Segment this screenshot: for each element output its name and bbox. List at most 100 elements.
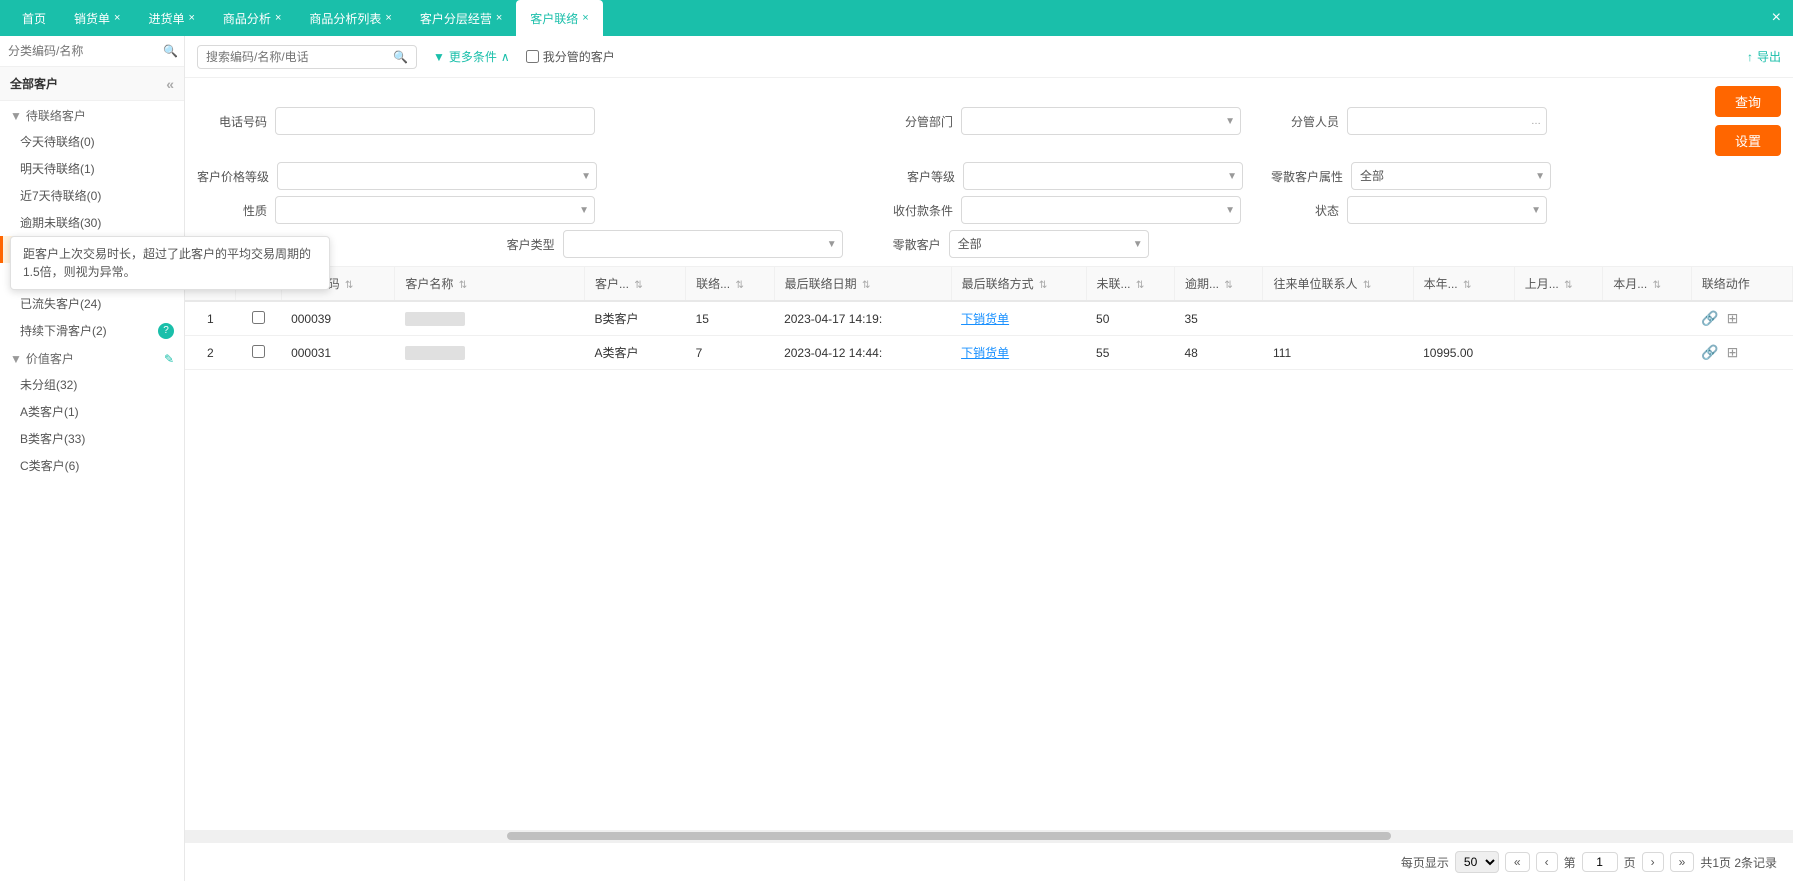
nav-product-list-close[interactable]: × xyxy=(385,12,391,24)
nav-home[interactable]: 首页 xyxy=(8,0,60,36)
total-label: 共1页 2条记录 xyxy=(1700,854,1777,871)
contact-icon-2[interactable]: 🔗 xyxy=(1701,344,1718,361)
cell-uncontact-2: 55 xyxy=(1086,336,1174,370)
per-page-select[interactable]: 50 xyxy=(1455,851,1499,873)
nav-customer-contact-close[interactable]: × xyxy=(582,12,588,24)
row-checkbox-1[interactable] xyxy=(252,311,265,324)
more-conditions-button[interactable]: ▼ 更多条件 ∧ xyxy=(425,44,518,69)
window-close-button[interactable]: × xyxy=(1772,9,1781,27)
value-customers-group[interactable]: ▼ 价值客户 ✎ xyxy=(0,344,184,371)
sort-icon-code: ⇅ xyxy=(345,280,353,291)
th-last-month[interactable]: 上月... ⇅ xyxy=(1514,267,1602,301)
nav-product-analysis-close[interactable]: × xyxy=(275,12,281,24)
main-search-icon[interactable]: 🔍 xyxy=(393,50,408,64)
edit-icon[interactable]: ✎ xyxy=(164,352,174,366)
export-button[interactable]: ↑ 导出 xyxy=(1747,48,1781,65)
more-icon-1[interactable]: ⊞ xyxy=(1727,310,1739,327)
table-header-row: ⚙ 客户编码 ⇅ 客户名称 ⇅ xyxy=(185,267,1793,301)
sidebar-item-c-class[interactable]: C类客户(6) xyxy=(0,452,184,479)
page-label: 第 xyxy=(1564,854,1576,871)
page-input[interactable] xyxy=(1582,852,1618,872)
page-first-button[interactable]: « xyxy=(1505,852,1530,872)
nav-customer-tier[interactable]: 客户分层经营 × xyxy=(406,0,516,36)
status-wrap: ▼ xyxy=(1347,196,1547,224)
customer-level-select[interactable] xyxy=(963,162,1243,190)
cell-this-month-1 xyxy=(1603,301,1691,336)
all-customers-label: 全部客户 xyxy=(10,75,58,92)
manager-select[interactable] xyxy=(1347,107,1547,135)
status-select[interactable] xyxy=(1347,196,1547,224)
cell-year-1 xyxy=(1413,301,1514,336)
my-customers-checkbox[interactable] xyxy=(526,50,539,63)
settings-button[interactable]: 设置 xyxy=(1715,125,1781,156)
gender-label: 性质 xyxy=(197,202,267,219)
retail-attr-label: 零散客户属性 xyxy=(1271,168,1343,185)
contact-icon-1[interactable]: 🔗 xyxy=(1701,310,1718,327)
chevron-down-icon: ∧ xyxy=(501,50,510,64)
page-prev-button[interactable]: ‹ xyxy=(1536,852,1558,872)
nav-purchase-close[interactable]: × xyxy=(188,12,194,24)
nav-sales-order-close[interactable]: × xyxy=(114,12,120,24)
my-customers-checkbox-area: 我分管的客户 xyxy=(526,48,615,65)
th-this-month[interactable]: 本月... ⇅ xyxy=(1603,267,1691,301)
th-name[interactable]: 客户名称 ⇅ xyxy=(395,267,585,301)
sidebar-item-today[interactable]: 今天待联络(0) xyxy=(0,128,184,155)
sidebar-search-input[interactable] xyxy=(8,44,163,58)
collapse-icon[interactable]: « xyxy=(166,76,174,92)
sidebar-item-tomorrow[interactable]: 明天待联络(1) xyxy=(0,155,184,182)
retail-attr-select[interactable]: 全部 xyxy=(1351,162,1551,190)
row-checkbox-2[interactable] xyxy=(252,345,265,358)
customer-type-select[interactable] xyxy=(563,230,843,258)
dept-select-wrap: ▼ xyxy=(961,107,1241,135)
customer-name-blur-1 xyxy=(405,312,465,326)
dept-select[interactable] xyxy=(961,107,1241,135)
sidebar-item-declining[interactable]: 持续下滑客户(2) ? xyxy=(0,317,184,344)
pending-contact-group[interactable]: ▼ 待联络客户 xyxy=(0,101,184,128)
nav-product-analysis[interactable]: 商品分析 × xyxy=(209,0,295,36)
action-buttons: 查询 设置 xyxy=(1715,86,1781,156)
th-overdue[interactable]: 逾期... ⇅ xyxy=(1175,267,1263,301)
page-last-button[interactable]: » xyxy=(1670,852,1695,872)
nav-sales-order[interactable]: 销货单 × xyxy=(60,0,134,36)
retail-select[interactable]: 全部 xyxy=(949,230,1149,258)
nav-customer-tier-close[interactable]: × xyxy=(496,12,502,24)
cell-overdue-1: 35 xyxy=(1175,301,1263,336)
nav-product-analysis-list[interactable]: 商品分析列表 × xyxy=(295,0,405,36)
sidebar-item-a-class[interactable]: A类客户(1) xyxy=(0,398,184,425)
sidebar-item-ungrouped[interactable]: 未分组(32) xyxy=(0,371,184,398)
payment-select[interactable] xyxy=(961,196,1241,224)
page-next-button[interactable]: › xyxy=(1642,852,1664,872)
th-person[interactable]: 往来单位联系人 ⇅ xyxy=(1263,267,1413,301)
th-uncontact[interactable]: 未联... ⇅ xyxy=(1086,267,1174,301)
sidebar: 🔍 全部客户 « ▼ 待联络客户 今天待联络(0) 明天待联络(1) 近7天待联… xyxy=(0,36,185,881)
sort-icon-year: ⇅ xyxy=(1463,280,1471,291)
th-last-date[interactable]: 最后联络日期 ⇅ xyxy=(774,267,951,301)
sidebar-search-icon[interactable]: 🔍 xyxy=(163,44,178,58)
value-triangle-icon: ▼ xyxy=(10,352,22,366)
th-contact[interactable]: 联络... ⇅ xyxy=(686,267,774,301)
query-button[interactable]: 查询 xyxy=(1715,86,1781,117)
all-customers-header[interactable]: 全部客户 « xyxy=(0,67,184,101)
sidebar-item-b-class[interactable]: B类客户(33) xyxy=(0,425,184,452)
info-icon-declining[interactable]: ? xyxy=(158,323,174,339)
sidebar-item-7days[interactable]: 近7天待联络(0) xyxy=(0,182,184,209)
th-year[interactable]: 本年... ⇅ xyxy=(1413,267,1514,301)
gender-select[interactable] xyxy=(275,196,595,224)
nav-customer-contact[interactable]: 客户联络 × xyxy=(516,0,602,36)
search-bar: 🔍 ▼ 更多条件 ∧ 我分管的客户 ↑ 导出 xyxy=(185,36,1793,78)
last-method-link-2[interactable]: 下销货单 xyxy=(961,346,1009,360)
nav-purchase-order[interactable]: 进货单 × xyxy=(134,0,208,36)
horizontal-scrollbar[interactable] xyxy=(185,830,1793,842)
sidebar-item-overdue-contact[interactable]: 逾期未联络(30) xyxy=(0,209,184,236)
main-search-input[interactable] xyxy=(206,50,393,64)
more-icon-2[interactable]: ⊞ xyxy=(1727,344,1739,361)
phone-input[interactable] xyxy=(275,107,595,135)
th-last-method[interactable]: 最后联络方式 ⇅ xyxy=(951,267,1086,301)
sort-icon-overdue: ⇅ xyxy=(1224,280,1232,291)
price-level-select[interactable] xyxy=(277,162,597,190)
customer-level-wrap: ▼ xyxy=(963,162,1243,190)
th-type[interactable]: 客户... ⇅ xyxy=(584,267,685,301)
last-method-link-1[interactable]: 下销货单 xyxy=(961,312,1009,326)
sidebar-item-churned[interactable]: 已流失客户(24) xyxy=(0,290,184,317)
sort-icon-person: ⇅ xyxy=(1363,280,1371,291)
